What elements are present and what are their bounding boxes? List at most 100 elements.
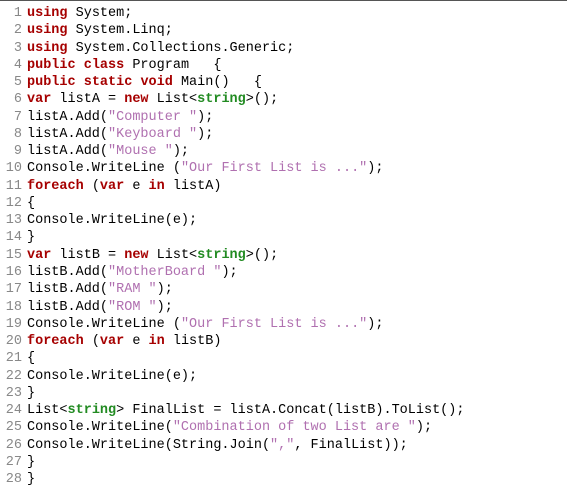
- code-content: using System.Collections.Generic;: [27, 40, 567, 57]
- token-str: "Combination of two List are ": [173, 420, 416, 435]
- code-line: 22Console.WriteLine(e);: [0, 368, 567, 385]
- line-number: 21: [0, 350, 27, 367]
- line-number: 2: [0, 22, 27, 39]
- token-plain: );: [157, 300, 173, 315]
- code-content: }: [27, 471, 567, 488]
- code-line: 19Console.WriteLine ("Our First List is …: [0, 316, 567, 333]
- token-plain: listA): [165, 179, 222, 194]
- token-kw: var: [100, 334, 124, 349]
- code-content: listB.Add("ROM ");: [27, 299, 567, 316]
- code-content: }: [27, 229, 567, 246]
- code-content: }: [27, 385, 567, 402]
- line-number: 7: [0, 109, 27, 126]
- code-content: listB.Add("MotherBoard ");: [27, 264, 567, 281]
- token-plain: listB.Add(: [27, 300, 108, 315]
- token-plain: , FinalList));: [294, 438, 407, 453]
- code-line: 7listA.Add("Computer ");: [0, 109, 567, 126]
- token-type: string: [197, 248, 246, 263]
- line-number: 20: [0, 333, 27, 350]
- token-plain: Console.WriteLine (: [27, 161, 181, 176]
- code-line: 28}: [0, 471, 567, 488]
- token-kw: foreach: [27, 179, 84, 194]
- code-line: 5public static void Main() {: [0, 74, 567, 91]
- code-line: 13Console.WriteLine(e);: [0, 212, 567, 229]
- line-number: 4: [0, 57, 27, 74]
- code-content: listA.Add("Mouse ");: [27, 143, 567, 160]
- token-str: "Keyboard ": [108, 127, 197, 142]
- line-number: 26: [0, 437, 27, 454]
- code-content: {: [27, 350, 567, 367]
- token-plain: Console.WriteLine(String.Join(: [27, 438, 270, 453]
- token-str: "Our First List is ...": [181, 317, 367, 332]
- token-kw: class: [84, 58, 125, 73]
- token-kw: foreach: [27, 334, 84, 349]
- token-plain: > FinalList = listA.Concat(listB).ToList…: [116, 403, 464, 418]
- token-plain: listA.Add(: [27, 127, 108, 142]
- code-content: List<string> FinalList = listA.Concat(li…: [27, 402, 567, 419]
- code-content: listA.Add("Computer ");: [27, 109, 567, 126]
- code-block: 1using System;2using System.Linq;3using …: [0, 1, 567, 492]
- line-number: 12: [0, 195, 27, 212]
- token-plain: System;: [68, 6, 133, 21]
- token-kw: new: [124, 92, 148, 107]
- code-content: Console.WriteLine ("Our First List is ..…: [27, 160, 567, 177]
- line-number: 9: [0, 143, 27, 160]
- token-plain: );: [157, 282, 173, 297]
- token-plain: List<: [149, 92, 198, 107]
- line-number: 3: [0, 40, 27, 57]
- token-kw: in: [149, 334, 165, 349]
- code-line: 25Console.WriteLine("Combination of two …: [0, 419, 567, 436]
- line-number: 6: [0, 91, 27, 108]
- code-content: Console.WriteLine(e);: [27, 212, 567, 229]
- code-content: public class Program {: [27, 57, 567, 74]
- token-plain: );: [221, 265, 237, 280]
- token-plain: }: [27, 472, 35, 487]
- line-number: 13: [0, 212, 27, 229]
- token-plain: Console.WriteLine(e);: [27, 213, 197, 228]
- line-number: 16: [0, 264, 27, 281]
- token-kw: void: [140, 75, 172, 90]
- code-content: var listA = new List<string>();: [27, 91, 567, 108]
- code-line: 6var listA = new List<string>();: [0, 91, 567, 108]
- line-number: 14: [0, 229, 27, 246]
- token-plain: List<: [27, 403, 68, 418]
- token-kw: in: [149, 179, 165, 194]
- code-line: 17listB.Add("RAM ");: [0, 281, 567, 298]
- code-content: Console.WriteLine("Combination of two Li…: [27, 419, 567, 436]
- code-line: 10Console.WriteLine ("Our First List is …: [0, 160, 567, 177]
- token-plain: [76, 75, 84, 90]
- code-line: 2using System.Linq;: [0, 22, 567, 39]
- token-str: "RAM ": [108, 282, 157, 297]
- line-number: 24: [0, 402, 27, 419]
- code-line: 26Console.WriteLine(String.Join(",", Fin…: [0, 437, 567, 454]
- code-content: Console.WriteLine(String.Join(",", Final…: [27, 437, 567, 454]
- code-line: 21{: [0, 350, 567, 367]
- code-line: 23}: [0, 385, 567, 402]
- token-plain: );: [367, 317, 383, 332]
- token-type: string: [68, 403, 117, 418]
- token-kw: using: [27, 6, 68, 21]
- token-str: "MotherBoard ": [108, 265, 221, 280]
- line-number: 10: [0, 160, 27, 177]
- token-type: string: [197, 92, 246, 107]
- token-plain: {: [27, 351, 35, 366]
- line-number: 19: [0, 316, 27, 333]
- token-plain: }: [27, 386, 35, 401]
- code-line: 11foreach (var e in listA): [0, 178, 567, 195]
- token-plain: );: [173, 144, 189, 159]
- token-plain: {: [27, 196, 35, 211]
- code-line: 8listA.Add("Keyboard ");: [0, 126, 567, 143]
- code-line: 4public class Program {: [0, 57, 567, 74]
- token-plain: Main() {: [173, 75, 262, 90]
- token-kw: new: [124, 248, 148, 263]
- token-plain: listB.Add(: [27, 282, 108, 297]
- code-line: 9listA.Add("Mouse ");: [0, 143, 567, 160]
- token-plain: listA.Add(: [27, 144, 108, 159]
- token-plain: }: [27, 230, 35, 245]
- token-plain: );: [197, 127, 213, 142]
- line-number: 15: [0, 247, 27, 264]
- token-str: "Our First List is ...": [181, 161, 367, 176]
- line-number: 23: [0, 385, 27, 402]
- token-plain: Console.WriteLine (: [27, 317, 181, 332]
- token-str: "Mouse ": [108, 144, 173, 159]
